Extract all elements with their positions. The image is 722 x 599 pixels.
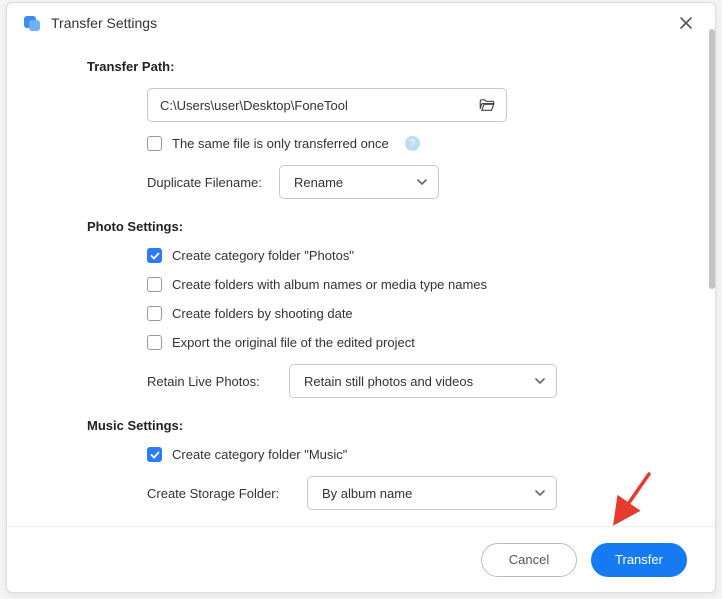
close-button[interactable] [673,10,699,36]
title-bar: Transfer Settings [7,3,715,43]
transfer-once-checkbox[interactable] [147,136,162,151]
photo-opt-2-label: Create folders by shooting date [172,306,353,321]
scrollbar[interactable] [709,11,715,518]
dialog-title: Transfer Settings [51,15,673,31]
transfer-path-section: Transfer Path: [87,59,655,74]
storage-folder-select[interactable]: By album name [307,476,557,510]
duplicate-filename-label: Duplicate Filename: [147,175,267,190]
transfer-path-value: C:\Users\user\Desktop\FoneTool [160,98,476,113]
close-icon [679,16,693,30]
music-category-folder-checkbox[interactable] [147,447,162,462]
chevron-down-icon [416,176,428,188]
transfer-once-label: The same file is only transferred once [172,136,389,151]
retain-live-select[interactable]: Retain still photos and videos [289,364,557,398]
photo-export-original-checkbox[interactable] [147,335,162,350]
cancel-button[interactable]: Cancel [481,543,577,577]
transfer-settings-dialog: Transfer Settings Transfer Path: C:\User… [6,2,716,593]
help-icon[interactable]: ? [405,136,420,151]
chevron-down-icon [534,375,546,387]
folder-open-icon [478,96,496,114]
duplicate-filename-select[interactable]: Rename [279,165,439,199]
storage-folder-label: Create Storage Folder: [147,486,295,501]
photo-album-folders-checkbox[interactable] [147,277,162,292]
content-area: Transfer Path: C:\Users\user\Desktop\Fon… [7,43,715,526]
retain-live-label: Retain Live Photos: [147,374,277,389]
scrollbar-thumb[interactable] [709,29,715,289]
music-settings-section: Music Settings: [87,418,655,433]
music-opt-label: Create category folder "Music" [172,447,347,462]
transfer-path-input[interactable]: C:\Users\user\Desktop\FoneTool [147,88,507,122]
chevron-down-icon [534,487,546,499]
photo-opt-1-label: Create folders with album names or media… [172,277,487,292]
photo-date-folders-checkbox[interactable] [147,306,162,321]
app-logo-icon [23,14,41,32]
footer: Cancel Transfer [7,526,715,592]
photo-opt-0-label: Create category folder "Photos" [172,248,354,263]
photo-opt-3-label: Export the original file of the edited p… [172,335,415,350]
photo-category-folder-checkbox[interactable] [147,248,162,263]
transfer-button[interactable]: Transfer [591,543,687,577]
photo-settings-section: Photo Settings: [87,219,655,234]
browse-folder-button[interactable] [476,94,498,116]
